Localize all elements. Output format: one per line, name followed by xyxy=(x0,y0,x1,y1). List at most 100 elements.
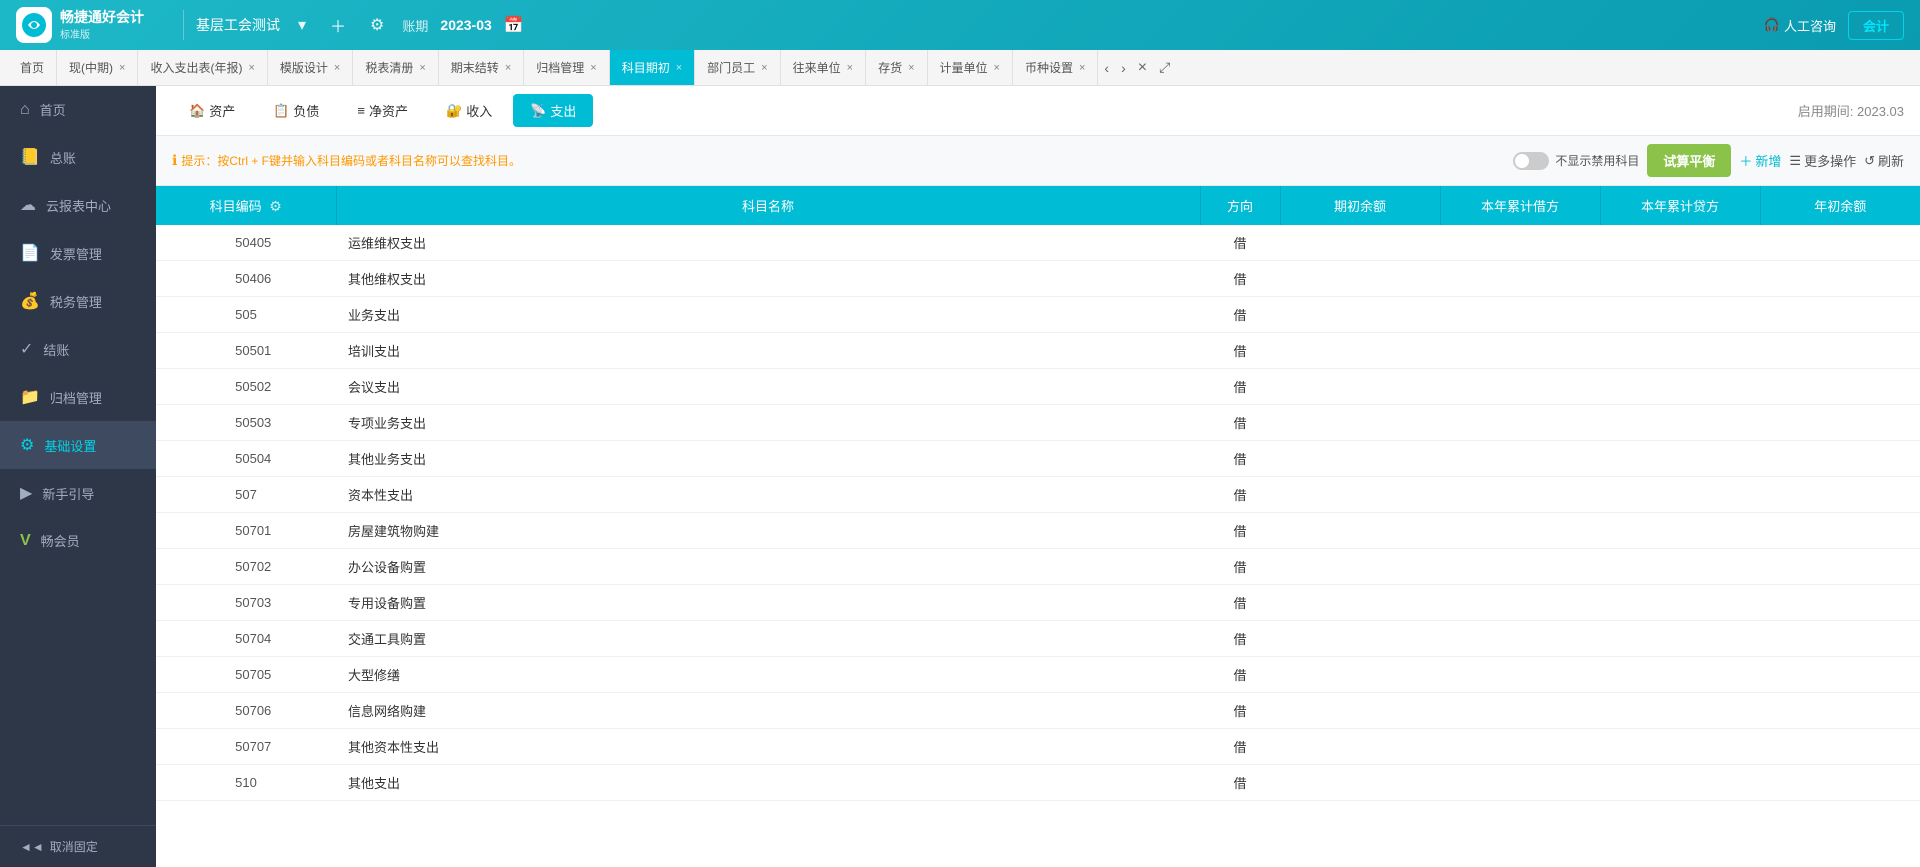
sidebar-item-member[interactable]: V 畅会员 xyxy=(0,517,156,564)
tab-close-all-btn[interactable]: × xyxy=(1132,55,1153,81)
table-row[interactable]: 50705 大型修缮 借 xyxy=(156,657,1920,693)
disable-toggle[interactable] xyxy=(1513,152,1549,170)
cell-code: 510 xyxy=(156,765,336,801)
table-row[interactable]: 50503 专项业务支出 借 xyxy=(156,405,1920,441)
tab-subject-period-label: 科目期初 xyxy=(622,59,670,76)
sidebar-item-guide[interactable]: ▶ 新手引导 xyxy=(0,469,156,517)
tab-income-close[interactable]: × xyxy=(248,62,254,74)
tab-prev-btn[interactable]: ‹ xyxy=(1098,56,1115,80)
tab-units[interactable]: 往来单位 × xyxy=(781,50,866,86)
table-row[interactable]: 50702 办公设备购置 借 xyxy=(156,549,1920,585)
cell-ytd-credit xyxy=(1600,657,1760,693)
sidebar-collapse-btn[interactable]: ◄◄ 取消固定 xyxy=(0,825,156,867)
tab-subject-period[interactable]: 科目期初 × xyxy=(610,50,695,86)
tab-archive-label: 归档管理 xyxy=(536,59,584,76)
help-btn[interactable]: 🎧 人工咨询 xyxy=(1764,16,1836,35)
table-row[interactable]: 50406 其他维权支出 借 xyxy=(156,261,1920,297)
tab-cashflow-close[interactable]: × xyxy=(119,62,125,74)
sidebar-item-settings[interactable]: ⚙ 基础设置 xyxy=(0,421,156,469)
add-tab-btn[interactable]: ＋ xyxy=(324,9,352,41)
th-ytd-credit: 本年累计贷方 xyxy=(1600,186,1760,225)
tab-template-close[interactable]: × xyxy=(334,62,340,74)
toolbar-hint: ℹ 提示：按Ctrl + F键并输入科目编码或者科目名称可以查找科目。 xyxy=(172,152,521,169)
cell-ytd-credit xyxy=(1600,693,1760,729)
sidebar-item-home[interactable]: ⌂ 首页 xyxy=(0,86,156,133)
cell-code: 50501 xyxy=(156,333,336,369)
cell-ytd-debit xyxy=(1440,513,1600,549)
dropdown-btn[interactable]: ▾ xyxy=(292,11,312,39)
tab-template[interactable]: 模版设计 × xyxy=(268,50,353,86)
subtab-income[interactable]: 🔐 收入 xyxy=(429,94,509,127)
tab-measure[interactable]: 计量单位 × xyxy=(928,50,1013,86)
cell-year-opening xyxy=(1760,369,1920,405)
cell-code: 50705 xyxy=(156,657,336,693)
column-settings-icon[interactable]: ⚙ xyxy=(269,198,282,214)
sidebar-label-tax: 税务管理 xyxy=(50,292,102,311)
table-row[interactable]: 50405 运维维权支出 借 xyxy=(156,225,1920,261)
tab-expand-btn[interactable]: ⤢ xyxy=(1153,55,1176,80)
table-row[interactable]: 50504 其他业务支出 借 xyxy=(156,441,1920,477)
sidebar-item-tax[interactable]: 💰 税务管理 xyxy=(0,277,156,325)
settings-btn[interactable]: ⚙ xyxy=(364,11,390,39)
tab-currency-close[interactable]: × xyxy=(1079,62,1085,74)
sidebar-item-invoice[interactable]: 📄 发票管理 xyxy=(0,229,156,277)
cell-year-opening xyxy=(1760,333,1920,369)
table-row[interactable]: 50502 会议支出 借 xyxy=(156,369,1920,405)
tab-tax[interactable]: 税表清册 × xyxy=(353,50,438,86)
sidebar-item-settle[interactable]: ✓ 结账 xyxy=(0,325,156,373)
tab-archive-close[interactable]: × xyxy=(590,62,596,74)
table-row[interactable]: 50704 交通工具购置 借 xyxy=(156,621,1920,657)
cell-code: 50502 xyxy=(156,369,336,405)
th-year-opening-label: 年初余额 xyxy=(1814,199,1866,214)
tab-template-label: 模版设计 xyxy=(280,59,328,76)
account-btn[interactable]: 会计 xyxy=(1848,11,1904,40)
balance-btn[interactable]: 试算平衡 xyxy=(1647,144,1731,177)
cell-ytd-debit xyxy=(1440,225,1600,261)
subtab-expenditure[interactable]: 📡 支出 xyxy=(513,94,593,127)
tab-inventory[interactable]: 存货 × xyxy=(866,50,927,86)
table-row[interactable]: 510 其他支出 借 xyxy=(156,765,1920,801)
tab-measure-close[interactable]: × xyxy=(994,62,1000,74)
cell-direction: 借 xyxy=(1200,693,1280,729)
more-btn[interactable]: ☰ 更多操作 xyxy=(1789,151,1856,170)
sidebar-item-archive[interactable]: 📁 归档管理 xyxy=(0,373,156,421)
tab-subject-period-close[interactable]: × xyxy=(676,62,682,74)
table-row[interactable]: 507 资本性支出 借 xyxy=(156,477,1920,513)
tab-department-close[interactable]: × xyxy=(761,62,767,74)
tab-currency[interactable]: 币种设置 × xyxy=(1013,50,1098,86)
cell-direction: 借 xyxy=(1200,297,1280,333)
tab-cashflow[interactable]: 现(中期) × xyxy=(57,50,138,86)
period-label: 账期 xyxy=(402,16,428,35)
tab-archive[interactable]: 归档管理 × xyxy=(524,50,609,86)
cell-ytd-credit xyxy=(1600,513,1760,549)
sidebar-item-reports[interactable]: ☁ 云报表中心 xyxy=(0,181,156,229)
cell-year-opening xyxy=(1760,729,1920,765)
tab-period-end-close[interactable]: × xyxy=(505,62,511,74)
table-row[interactable]: 505 业务支出 借 xyxy=(156,297,1920,333)
refresh-icon: ↺ xyxy=(1864,153,1875,169)
table-row[interactable]: 50703 专用设备购置 借 xyxy=(156,585,1920,621)
subtab-liability[interactable]: 📋 负债 xyxy=(256,94,336,127)
calendar-icon[interactable]: 📅 xyxy=(504,15,524,35)
tab-department[interactable]: 部门员工 × xyxy=(695,50,780,86)
tab-currency-label: 币种设置 xyxy=(1025,59,1073,76)
tab-home[interactable]: 首页 xyxy=(8,50,57,86)
refresh-btn[interactable]: ↺ 刷新 xyxy=(1864,151,1904,170)
tab-inventory-close[interactable]: × xyxy=(908,62,914,74)
cell-ytd-credit xyxy=(1600,297,1760,333)
table-row[interactable]: 50501 培训支出 借 xyxy=(156,333,1920,369)
table-row[interactable]: 50707 其他资本性支出 借 xyxy=(156,729,1920,765)
tab-next-btn[interactable]: › xyxy=(1115,56,1132,80)
tab-tax-close[interactable]: × xyxy=(419,62,425,74)
table-row[interactable]: 50701 房屋建筑物购建 借 xyxy=(156,513,1920,549)
subtab-asset[interactable]: 🏠 资产 xyxy=(172,94,252,127)
sidebar-item-ledger[interactable]: 📒 总账 xyxy=(0,133,156,181)
table-row[interactable]: 50706 信息网络购建 借 xyxy=(156,693,1920,729)
cell-ytd-debit xyxy=(1440,657,1600,693)
add-btn[interactable]: ＋ 新增 xyxy=(1739,151,1781,170)
subtab-net-asset[interactable]: ≡ 净资产 xyxy=(340,94,425,127)
company-name[interactable]: 基层工会测试 xyxy=(196,15,280,35)
tab-units-close[interactable]: × xyxy=(847,62,853,74)
tab-period-end[interactable]: 期末结转 × xyxy=(439,50,524,86)
tab-income[interactable]: 收入支出表(年报) × xyxy=(138,50,267,86)
